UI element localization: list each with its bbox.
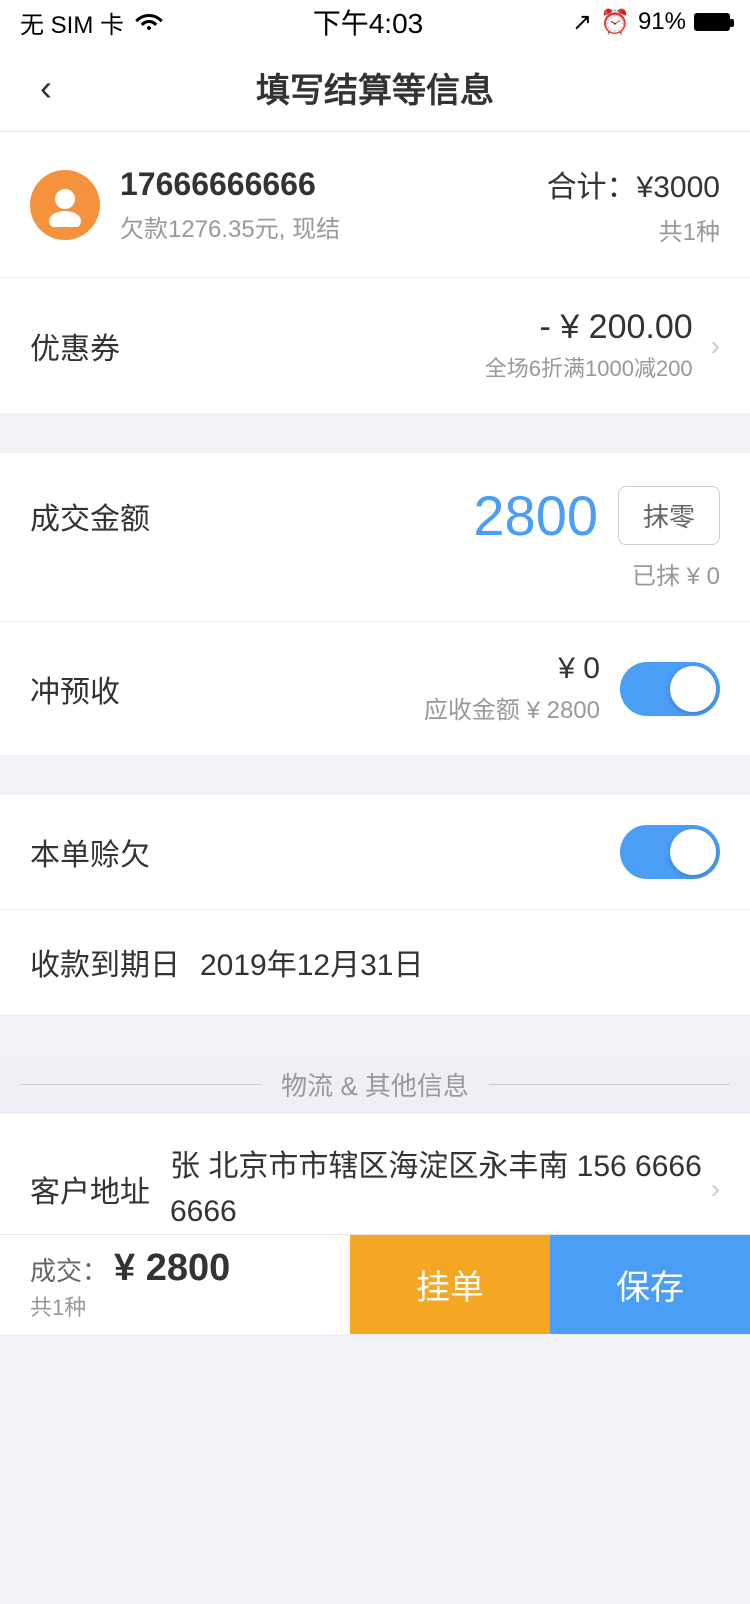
- bottom-deal-amount: ¥ 2800: [114, 1247, 230, 1290]
- customer-row: 17666666666 欠款1276.35元, 现结 合计：¥3000 共1种: [0, 132, 750, 277]
- coupon-desc: 全场6折满1000减200: [485, 351, 693, 383]
- avatar: [30, 170, 100, 240]
- amount-right: 2800 抹零: [473, 483, 720, 548]
- prepay-right: ¥ 0 应收金额 ¥ 2800: [424, 652, 720, 725]
- amount-row: 成交金额 2800 抹零: [30, 483, 720, 548]
- sim-icon: 无 SIM 卡: [20, 5, 124, 40]
- hang-button[interactable]: 挂单: [350, 1235, 550, 1334]
- customer-card: 17666666666 欠款1276.35元, 现结 合计：¥3000 共1种 …: [0, 132, 750, 413]
- prepay-sub: 应收金额 ¥ 2800: [424, 690, 600, 725]
- bottom-info: 成交： ¥ 2800 共1种: [0, 1235, 350, 1334]
- debt-card: 本单赊欠 收款到期日 2019年12月31日: [0, 795, 750, 1014]
- coupon-amount-block: - ¥ 200.00 全场6折满1000减200: [485, 308, 693, 383]
- amount-section: 成交金额 2800 抹零 已抹 ¥ 0: [0, 453, 750, 621]
- amount-label: 成交金额: [30, 494, 150, 538]
- back-button[interactable]: ‹: [30, 57, 62, 119]
- due-label: 收款到期日: [30, 940, 180, 984]
- separator-1: [0, 433, 750, 453]
- prepay-toggle[interactable]: [620, 662, 720, 716]
- divider-line-left: [20, 1084, 261, 1085]
- page-title: 填写结算等信息: [256, 63, 494, 112]
- due-date: 2019年12月31日: [200, 940, 423, 984]
- debt-label: 本单赊欠: [30, 830, 150, 874]
- amount-value: 2800: [473, 483, 598, 548]
- status-bar-time: 下午4:03: [313, 2, 424, 42]
- debt-toggle-thumb: [670, 829, 716, 875]
- address-label: 客户地址: [30, 1167, 150, 1211]
- bottom-deal-label: 成交：: [30, 1251, 108, 1288]
- customer-phone: 17666666666: [120, 166, 547, 203]
- address-chevron-icon: ›: [711, 1173, 720, 1205]
- due-date-row: 收款到期日 2019年12月31日: [0, 909, 750, 1014]
- coupon-right: - ¥ 200.00 全场6折满1000减200 ›: [485, 308, 720, 383]
- status-bar-left: 无 SIM 卡: [20, 5, 164, 40]
- prepay-val: ¥ 0: [424, 652, 600, 686]
- round-button[interactable]: 抹零: [618, 486, 720, 545]
- debt-row: 本单赊欠: [0, 795, 750, 909]
- coupon-amount: - ¥ 200.00: [485, 308, 693, 347]
- divider-line-right: [489, 1084, 730, 1085]
- battery-icon: [694, 13, 730, 31]
- bottom-count: 共1种: [30, 1290, 320, 1322]
- section-divider-text: 物流 & 其他信息: [281, 1066, 469, 1103]
- section-divider: 物流 & 其他信息: [0, 1054, 750, 1114]
- bottom-pad: [0, 1484, 750, 1604]
- debt-toggle[interactable]: [620, 825, 720, 879]
- save-button[interactable]: 保存: [550, 1235, 750, 1334]
- customer-sub: 欠款1276.35元, 现结: [120, 209, 547, 244]
- status-bar: 无 SIM 卡 下午4:03 ↗ ⏰ 91%: [0, 0, 750, 44]
- wifi-icon: [134, 8, 164, 37]
- coupon-row[interactable]: 优惠券 - ¥ 200.00 全场6折满1000减200 ›: [0, 277, 750, 413]
- chevron-right-icon: ›: [711, 330, 720, 362]
- prepay-amount: ¥ 0 应收金额 ¥ 2800: [424, 652, 600, 725]
- separator-3: [0, 1034, 750, 1054]
- bottom-deal-line: 成交： ¥ 2800: [30, 1247, 320, 1290]
- amount-sub: 已抹 ¥ 0: [30, 556, 720, 591]
- address-text: 张 北京市市辖区海淀区永丰南 156 6666 6666: [170, 1144, 703, 1234]
- battery-text: 91%: [638, 8, 686, 36]
- bottom-bar: 成交： ¥ 2800 共1种 挂单 保存: [0, 1234, 750, 1334]
- content: 17666666666 欠款1276.35元, 现结 合计：¥3000 共1种 …: [0, 132, 750, 1604]
- separator-2: [0, 775, 750, 795]
- total-sub: 共1种: [547, 212, 720, 247]
- prepay-label: 冲预收: [30, 667, 120, 711]
- prepay-row: 冲预收 ¥ 0 应收金额 ¥ 2800: [0, 621, 750, 755]
- customer-info: 17666666666 欠款1276.35元, 现结: [120, 166, 547, 244]
- alarm-icon: ⏰: [600, 8, 630, 37]
- customer-total: 合计：¥3000 共1种: [547, 162, 720, 247]
- amount-card: 成交金额 2800 抹零 已抹 ¥ 0 冲预收 ¥ 0 应收金额 ¥ 2800: [0, 453, 750, 755]
- total-amount: 合计：¥3000: [547, 162, 720, 206]
- coupon-label: 优惠券: [30, 324, 120, 368]
- location-icon: ↗: [572, 8, 592, 37]
- nav-bar: ‹ 填写结算等信息: [0, 44, 750, 132]
- toggle-thumb: [670, 666, 716, 712]
- status-bar-right: ↗ ⏰ 91%: [572, 8, 730, 37]
